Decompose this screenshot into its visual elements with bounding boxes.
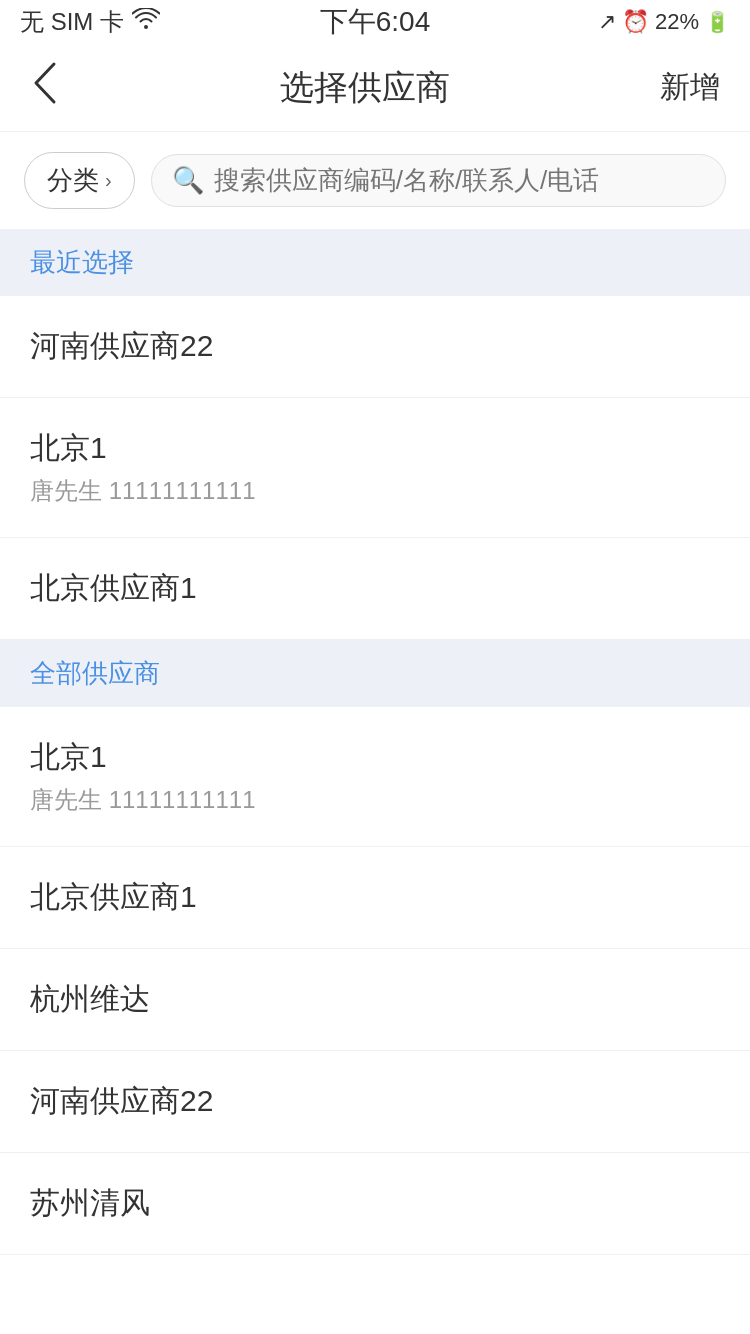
item-name: 北京供应商1 — [30, 568, 720, 609]
item-sub: 唐先生 11111111111 — [30, 784, 720, 816]
category-button[interactable]: 分类 › — [24, 152, 135, 209]
chevron-right-icon: › — [105, 169, 112, 192]
recent-items-list: 河南供应商22 北京1 唐先生 11111111111 北京供应商1 — [0, 296, 750, 640]
all-section-header: 全部供应商 — [0, 640, 750, 707]
alarm-icon: ⏰ — [622, 9, 649, 35]
carrier-text: 无 SIM 卡 — [20, 6, 124, 38]
list-item[interactable]: 河南供应商22 — [0, 296, 750, 398]
status-left: 无 SIM 卡 — [20, 6, 160, 38]
all-section-label: 全部供应商 — [30, 658, 160, 688]
search-input[interactable] — [214, 165, 705, 196]
all-items-list: 北京1 唐先生 11111111111 北京供应商1 杭州维达河南供应商22 苏州清风 — [0, 707, 750, 1255]
wifi-icon — [132, 8, 160, 36]
item-name: 苏州清风 — [30, 1183, 720, 1224]
location-icon: ↗ — [598, 9, 616, 35]
list-item[interactable]: 河南供应商22 — [0, 1051, 750, 1153]
status-right: ↗ ⏰ 22% 🔋 — [598, 9, 730, 35]
recent-section-label: 最近选择 — [30, 247, 134, 277]
item-name: 北京1 — [30, 737, 720, 778]
item-name: 杭州维达 — [30, 979, 720, 1020]
status-time: 下午6:04 — [320, 3, 431, 41]
back-button[interactable] — [30, 60, 90, 115]
item-name: 河南供应商22 — [30, 1081, 720, 1122]
list-item[interactable]: 苏州清风 — [0, 1153, 750, 1255]
page-title: 选择供应商 — [280, 65, 450, 111]
status-bar: 无 SIM 卡 下午6:04 ↗ ⏰ 22% 🔋 — [0, 0, 750, 44]
category-label: 分类 — [47, 163, 99, 198]
battery-text: 22% — [655, 9, 699, 35]
filter-bar: 分类 › 🔍 — [0, 132, 750, 229]
item-name: 河南供应商22 — [30, 326, 720, 367]
recent-section-header: 最近选择 — [0, 229, 750, 296]
list-item[interactable]: 北京1 唐先生 11111111111 — [0, 707, 750, 847]
add-button[interactable]: 新增 — [640, 67, 720, 108]
search-icon: 🔍 — [172, 165, 204, 196]
list-item[interactable]: 杭州维达 — [0, 949, 750, 1051]
item-name: 北京供应商1 — [30, 877, 720, 918]
search-box[interactable]: 🔍 — [151, 154, 726, 207]
list-item[interactable]: 北京供应商1 — [0, 847, 750, 949]
list-item[interactable]: 北京1 唐先生 11111111111 — [0, 398, 750, 538]
item-name: 北京1 — [30, 428, 720, 469]
item-sub: 唐先生 11111111111 — [30, 475, 720, 507]
battery-icon: 🔋 — [705, 10, 730, 34]
list-item[interactable]: 北京供应商1 — [0, 538, 750, 640]
nav-bar: 选择供应商 新增 — [0, 44, 750, 132]
